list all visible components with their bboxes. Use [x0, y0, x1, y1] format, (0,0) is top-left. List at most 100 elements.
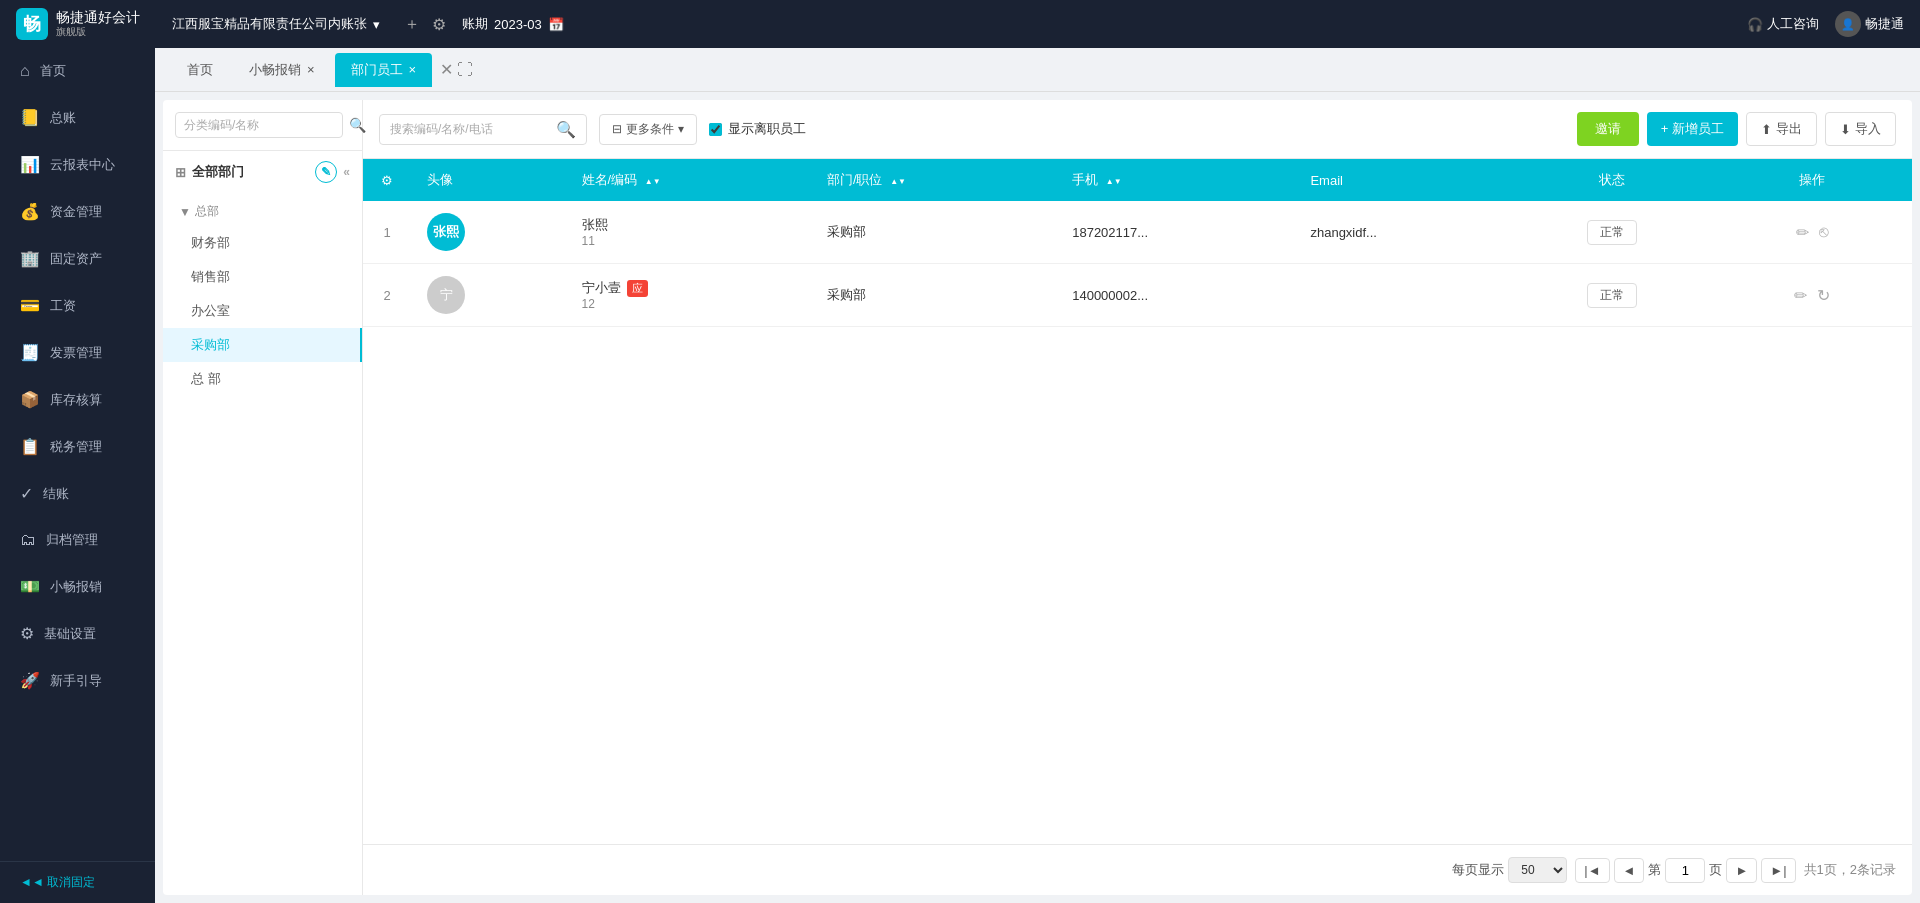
tab-dept-label: 部门员工	[351, 61, 403, 79]
page-size-select: 每页显示 10 20 50 100	[1452, 857, 1567, 883]
row2-dept: 采购部	[827, 287, 866, 302]
tab-expense[interactable]: 小畅报销 ×	[233, 53, 331, 87]
close-accounts-icon: ✓	[20, 484, 33, 503]
sidebar-item-ledger[interactable]: 📒 总账	[0, 94, 155, 141]
row1-logout-icon[interactable]: ⎋	[1819, 223, 1829, 241]
row1-dept: 采购部	[827, 224, 866, 239]
export-icon: ⬆	[1761, 122, 1772, 137]
sidebar-item-assets[interactable]: 🏢 固定资产	[0, 235, 155, 282]
row1-code: 11	[582, 234, 795, 248]
guide-icon: 🚀	[20, 671, 40, 690]
col-avatar-label: 头像	[427, 172, 453, 187]
company-selector[interactable]: 江西服宝精品有限责任公司内账张 ▾	[172, 15, 380, 33]
tab-dept[interactable]: 部门员工 ×	[335, 53, 433, 87]
content-area: 首页 小畅报销 × 部门员工 × ✕ ⛶ 🔍	[155, 48, 1920, 903]
tab-home[interactable]: 首页	[171, 53, 229, 87]
row1-edit-icon[interactable]: ✏	[1796, 223, 1809, 242]
sidebar-item-settings[interactable]: ⚙ 基础设置	[0, 610, 155, 657]
row2-code: 12	[582, 297, 795, 311]
add-tab-icon[interactable]: ＋	[404, 14, 420, 35]
next-page-button[interactable]: ►	[1726, 858, 1757, 883]
dept-sort-icon[interactable]: ▲▼	[890, 178, 906, 186]
user-menu[interactable]: 👤 畅捷通	[1835, 11, 1904, 37]
username-label: 畅捷通	[1865, 15, 1904, 33]
per-page-dropdown[interactable]: 10 20 50 100	[1508, 857, 1567, 883]
col-name[interactable]: 姓名/编码 ▲▼	[566, 159, 811, 201]
sidebar-label-salary: 工资	[50, 297, 76, 315]
sidebar-label-ledger: 总账	[50, 109, 76, 127]
ledger-icon: 📒	[20, 108, 40, 127]
triangle-icon: ▼	[179, 205, 191, 219]
sidebar-item-expense[interactable]: 💵 小畅报销	[0, 563, 155, 610]
close-all-button[interactable]: ✕	[440, 60, 453, 79]
top-actions: ＋ ⚙	[404, 14, 446, 35]
dept-search-input[interactable]	[175, 112, 343, 138]
add-dept-icon[interactable]: ✎	[315, 161, 337, 183]
last-page-button[interactable]: ►|	[1761, 858, 1795, 883]
sidebar-item-home[interactable]: ⌂ 首页	[0, 48, 155, 94]
phone-sort-icon[interactable]: ▲▼	[1106, 178, 1122, 186]
row2-status-badge: 正常	[1587, 283, 1637, 308]
period-value[interactable]: 2023-03	[494, 17, 542, 32]
row2-dept-cell: 采购部	[811, 264, 1056, 327]
col-gear: ⚙	[363, 159, 411, 201]
settings-icon[interactable]: ⚙	[432, 15, 446, 34]
filter-label: 更多条件	[626, 121, 674, 138]
all-dept-header[interactable]: ⊞ 全部部门 ✎ «	[163, 151, 362, 193]
row2-delete-icon[interactable]: ↻	[1817, 286, 1830, 305]
dropdown-icon[interactable]: ▾	[373, 17, 380, 32]
prev-page-button[interactable]: ◄	[1614, 858, 1645, 883]
reports-icon: 📊	[20, 155, 40, 174]
show-resign-checkbox[interactable]	[709, 123, 722, 136]
main-layout: ⌂ 首页 📒 总账 📊 云报表中心 💰 资金管理 🏢 固定资产 💳 工资 🧾 发…	[0, 48, 1920, 903]
table-header-row: ⚙ 头像 姓名/编码 ▲▼ 部门/职位	[363, 159, 1912, 201]
row2-avatar-img: 宁	[427, 276, 465, 314]
dept-node-finance[interactable]: 财务部	[163, 226, 362, 260]
sidebar-item-close[interactable]: ✓ 结账	[0, 470, 155, 517]
employee-search-box: 🔍	[379, 114, 587, 145]
name-sort-icon[interactable]: ▲▼	[645, 178, 661, 186]
grid-icon: ⊞	[175, 165, 186, 180]
page-input[interactable]	[1665, 858, 1705, 883]
sidebar-item-invoice[interactable]: 🧾 发票管理	[0, 329, 155, 376]
tab-expense-close[interactable]: ×	[307, 62, 315, 77]
sidebar-item-guide[interactable]: 🚀 新手引导	[0, 657, 155, 704]
assets-icon: 🏢	[20, 249, 40, 268]
sidebar-item-archive[interactable]: 🗂 归档管理	[0, 517, 155, 563]
service-label: 人工咨询	[1767, 15, 1819, 33]
gear-col-icon[interactable]: ⚙	[381, 173, 393, 188]
sidebar-item-salary[interactable]: 💳 工资	[0, 282, 155, 329]
export-button[interactable]: ⬆ 导出	[1746, 112, 1817, 146]
dept-node-sales[interactable]: 销售部	[163, 260, 362, 294]
dept-node-purchase[interactable]: 采购部	[163, 328, 362, 362]
row1-phone-cell: 187202117...	[1056, 201, 1294, 264]
sidebar-item-fund[interactable]: 💰 资金管理	[0, 188, 155, 235]
dept-node-general[interactable]: 总 部	[163, 362, 362, 396]
calendar-icon[interactable]: 📅	[548, 17, 564, 32]
row1-email-cell: zhangxidf...	[1294, 201, 1512, 264]
tab-dept-close[interactable]: ×	[409, 62, 417, 77]
row2-edit-icon[interactable]: ✏	[1794, 286, 1807, 305]
row1-avatar-img: 张熙	[427, 213, 465, 251]
collapse-dept-icon[interactable]: «	[343, 165, 350, 179]
maximize-button[interactable]: ⛶	[457, 61, 473, 79]
service-button[interactable]: 🎧 人工咨询	[1747, 15, 1819, 33]
col-phone[interactable]: 手机 ▲▼	[1056, 159, 1294, 201]
sidebar-item-tax[interactable]: 📋 税务管理	[0, 423, 155, 470]
import-button[interactable]: ⬇ 导入	[1825, 112, 1896, 146]
col-dept[interactable]: 部门/职位 ▲▼	[811, 159, 1056, 201]
add-employee-button[interactable]: + 新增员工	[1647, 112, 1738, 146]
filter-button[interactable]: ⊟ 更多条件 ▾	[599, 114, 697, 145]
row1-action-cell: ✏ ⎋	[1712, 201, 1912, 264]
invite-button[interactable]: 邀请	[1577, 112, 1639, 146]
employee-search-input[interactable]	[390, 122, 550, 136]
dept-node-office[interactable]: 办公室	[163, 294, 362, 328]
sidebar-item-inventory[interactable]: 📦 库存核算	[0, 376, 155, 423]
sidebar-item-reports[interactable]: 📊 云报表中心	[0, 141, 155, 188]
dept-purchase-label: 采购部	[191, 336, 230, 354]
tab-home-label: 首页	[187, 61, 213, 79]
employee-toolbar: 🔍 ⊟ 更多条件 ▾ 显示离职员工 邀请	[363, 100, 1912, 159]
first-page-button[interactable]: |◄	[1575, 858, 1609, 883]
unpin-sidebar[interactable]: ◄◄ 取消固定	[0, 861, 155, 903]
page-total: 共1页，2条记录	[1804, 861, 1896, 879]
